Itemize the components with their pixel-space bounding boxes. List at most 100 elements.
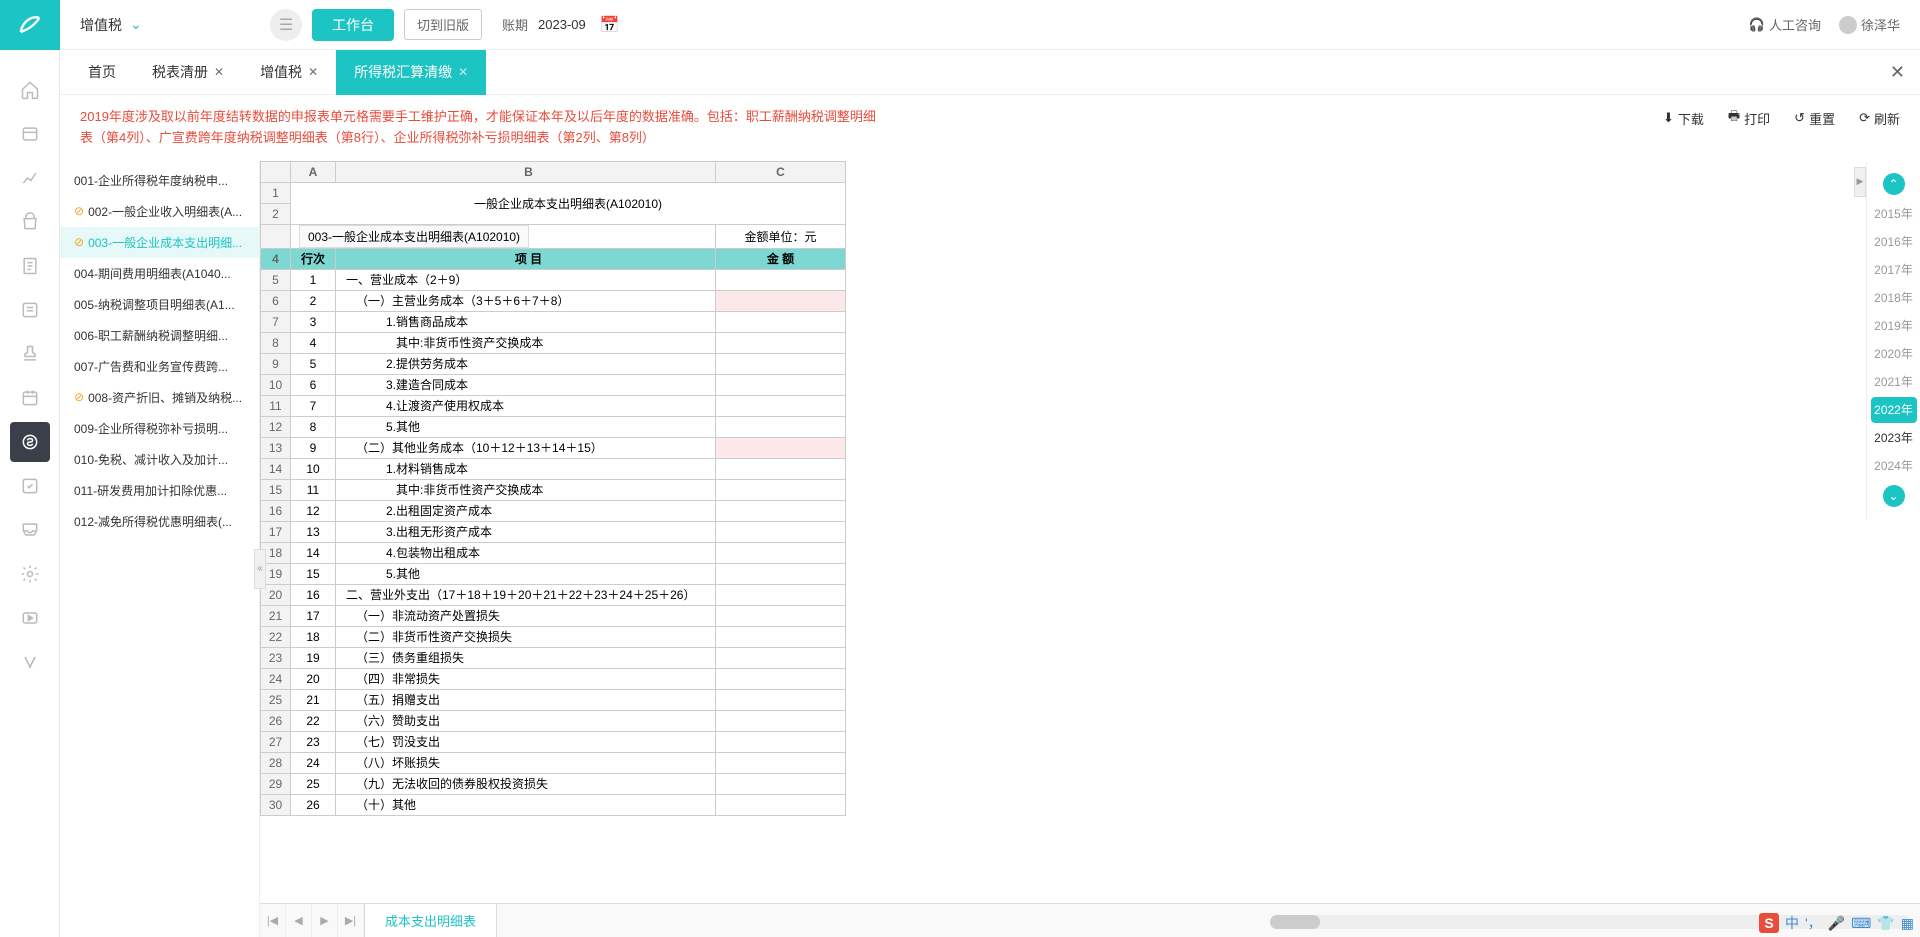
sheet-row[interactable]: 128 5.其他 xyxy=(261,416,846,437)
col-header-b[interactable]: B xyxy=(336,161,716,182)
year-rail-expand[interactable]: ▶ xyxy=(1854,167,1866,197)
sheet-row[interactable]: 73 1.销售商品成本 xyxy=(261,311,846,332)
sheet-tab-active[interactable]: 成本支出明细表 xyxy=(365,904,497,937)
sheet-row[interactable]: 1410 1.材料销售成本 xyxy=(261,458,846,479)
ime-logo[interactable]: S xyxy=(1759,913,1779,933)
sheet-nav-prev[interactable]: ◀ xyxy=(286,904,312,937)
nav-inbox-icon[interactable] xyxy=(10,510,50,550)
nav-card-icon[interactable] xyxy=(10,114,50,154)
sheet-row[interactable]: 2218 （二）非货币性资产交换损失 xyxy=(261,626,846,647)
workbench-button[interactable]: 工作台 xyxy=(312,9,394,41)
form-list-item[interactable]: 004-期间费用明细表(A1040... xyxy=(60,258,259,289)
switch-old-button[interactable]: 切到旧版 xyxy=(404,9,482,40)
tab-close-icon[interactable]: ✕ xyxy=(214,65,224,79)
sheet-row[interactable]: 3026 （十）其他 xyxy=(261,794,846,815)
download-button[interactable]: ⬇下载 xyxy=(1663,107,1704,129)
year-option[interactable]: 2017年 xyxy=(1871,257,1917,283)
nav-doc-icon[interactable] xyxy=(10,246,50,286)
nav-archive-icon[interactable] xyxy=(10,466,50,506)
nav-chart-icon[interactable] xyxy=(10,158,50,198)
sheet-row[interactable]: 62 （一）主营业务成本（3＋5＋6＋7＋8） xyxy=(261,290,846,311)
ime-skin-icon[interactable]: 👕 xyxy=(1877,915,1894,932)
sheet-row[interactable]: 2319 （三）债务重组损失 xyxy=(261,647,846,668)
reset-button[interactable]: ↺重置 xyxy=(1794,107,1835,129)
sheet-row[interactable]: 84 其中:非货币性资产交换成本 xyxy=(261,332,846,353)
close-all-tabs-icon[interactable]: ✕ xyxy=(1890,62,1905,83)
ime-lang[interactable]: 中 xyxy=(1785,913,1799,933)
nav-video-icon[interactable] xyxy=(10,598,50,638)
list-toggle-button[interactable]: ☰ xyxy=(270,9,302,41)
year-up-button[interactable]: ⌃ xyxy=(1883,173,1905,195)
year-option[interactable]: 2015年 xyxy=(1871,201,1917,227)
nav-v-icon[interactable] xyxy=(10,642,50,682)
nav-form-icon[interactable] xyxy=(10,290,50,330)
sheet-row[interactable]: 2925 （九）无法收回的债券股权投资损失 xyxy=(261,773,846,794)
sheet-row[interactable]: 1915 5.其他 xyxy=(261,563,846,584)
sheet-row[interactable]: 51一、营业成本（2＋9） xyxy=(261,269,846,290)
ime-toolbox-icon[interactable]: ▦ xyxy=(1901,915,1914,932)
form-list-item[interactable]: 001-企业所得税年度纳税申... xyxy=(60,165,259,196)
nav-bag-icon[interactable] xyxy=(10,202,50,242)
sheet-nav-last[interactable]: ▶| xyxy=(338,904,364,937)
sheet-nav-next[interactable]: ▶ xyxy=(312,904,338,937)
sheet-row[interactable]: 117 4.让渡资产使用权成本 xyxy=(261,395,846,416)
sheet-row[interactable]: 2622 （六）赞助支出 xyxy=(261,710,846,731)
sheet-row[interactable]: 95 2.提供劳务成本 xyxy=(261,353,846,374)
sheet-row[interactable]: 2420 （四）非常损失 xyxy=(261,668,846,689)
spreadsheet[interactable]: A B C 1一般企业成本支出明细表(A102010) 2 003-一般企业成本… xyxy=(260,161,846,816)
form-list-item[interactable]: 009-企业所得税弥补亏损明... xyxy=(60,413,259,444)
tab-3[interactable]: 所得税汇算清缴✕ xyxy=(336,50,486,95)
print-button[interactable]: 🖶打印 xyxy=(1728,107,1770,129)
year-option[interactable]: 2019年 xyxy=(1871,313,1917,339)
sheet-row[interactable]: 2824 （八）坏账损失 xyxy=(261,752,846,773)
sheet-row[interactable]: 1612 2.出租固定资产成本 xyxy=(261,500,846,521)
col-header-c[interactable]: C xyxy=(716,161,846,182)
ime-keyboard-icon[interactable]: ⌨ xyxy=(1851,915,1871,932)
app-logo[interactable] xyxy=(0,0,60,50)
collapse-handle[interactable]: « xyxy=(254,549,266,589)
nav-stamp-icon[interactable] xyxy=(10,334,50,374)
form-list-item[interactable]: 006-职工薪酬纳税调整明细... xyxy=(60,320,259,351)
form-list-item[interactable]: 010-免税、减计收入及加计... xyxy=(60,444,259,475)
year-option[interactable]: 2020年 xyxy=(1871,341,1917,367)
form-list-item[interactable]: 005-纳税调整项目明细表(A1... xyxy=(60,289,259,320)
nav-home-icon[interactable] xyxy=(10,70,50,110)
sheet-nav-first[interactable]: |◀ xyxy=(260,904,286,937)
sheet-row[interactable]: 1511 其中:非货币性资产交换成本 xyxy=(261,479,846,500)
sheet-row[interactable]: 2016二、营业外支出（17＋18＋19＋20＋21＋22＋23＋24＋25＋2… xyxy=(261,584,846,605)
year-option[interactable]: 2024年 xyxy=(1871,453,1917,479)
tab-close-icon[interactable]: ✕ xyxy=(308,65,318,79)
nav-tax-icon[interactable] xyxy=(10,422,50,462)
consult-link[interactable]: 🎧 人工咨询 xyxy=(1749,15,1821,34)
year-option[interactable]: 2021年 xyxy=(1871,369,1917,395)
form-list-item[interactable]: ⊘003-一般企业成本支出明细... xyxy=(60,227,259,258)
form-list-item[interactable]: ⊘008-资产折旧、摊销及纳税... xyxy=(60,382,259,413)
year-down-button[interactable]: ⌄ xyxy=(1883,485,1905,507)
sheet-row[interactable]: 2521 （五）捐赠支出 xyxy=(261,689,846,710)
sheet-row[interactable]: 139 （二）其他业务成本（10＋12＋13＋14＋15） xyxy=(261,437,846,458)
calendar-icon[interactable]: 📅 xyxy=(600,15,620,35)
ime-punct-icon[interactable]: '， xyxy=(1805,913,1822,933)
sheet-row[interactable]: 1814 4.包装物出租成本 xyxy=(261,542,846,563)
refresh-button[interactable]: ⟳刷新 xyxy=(1859,107,1900,129)
col-header-a[interactable]: A xyxy=(291,161,336,182)
year-option[interactable]: 2022年 xyxy=(1871,397,1917,423)
form-list-item[interactable]: 007-广告费和业务宣传费跨... xyxy=(60,351,259,382)
year-option[interactable]: 2018年 xyxy=(1871,285,1917,311)
form-list-item[interactable]: 012-减免所得税优惠明细表(... xyxy=(60,506,259,537)
year-option[interactable]: 2023年 xyxy=(1871,425,1917,451)
sheet-row[interactable]: 1713 3.出租无形资产成本 xyxy=(261,521,846,542)
nav-settings-icon[interactable] xyxy=(10,554,50,594)
ime-mic-icon[interactable]: 🎤 xyxy=(1828,915,1845,932)
year-option[interactable]: 2016年 xyxy=(1871,229,1917,255)
nav-calendar-icon[interactable] xyxy=(10,378,50,418)
tab-close-icon[interactable]: ✕ xyxy=(458,65,468,79)
sheet-row[interactable]: 106 3.建造合同成本 xyxy=(261,374,846,395)
entity-dropdown[interactable]: 增值税 ⌄ xyxy=(80,15,260,35)
sheet-row[interactable]: 2117 （一）非流动资产处置损失 xyxy=(261,605,846,626)
user-menu[interactable]: 徐泽华 xyxy=(1839,15,1900,34)
form-list-item[interactable]: ⊘002-一般企业收入明细表(A... xyxy=(60,196,259,227)
form-list-item[interactable]: 011-研发费用加计扣除优惠... xyxy=(60,475,259,506)
tab-2[interactable]: 增值税✕ xyxy=(242,50,336,95)
tab-1[interactable]: 税表清册✕ xyxy=(134,50,242,95)
